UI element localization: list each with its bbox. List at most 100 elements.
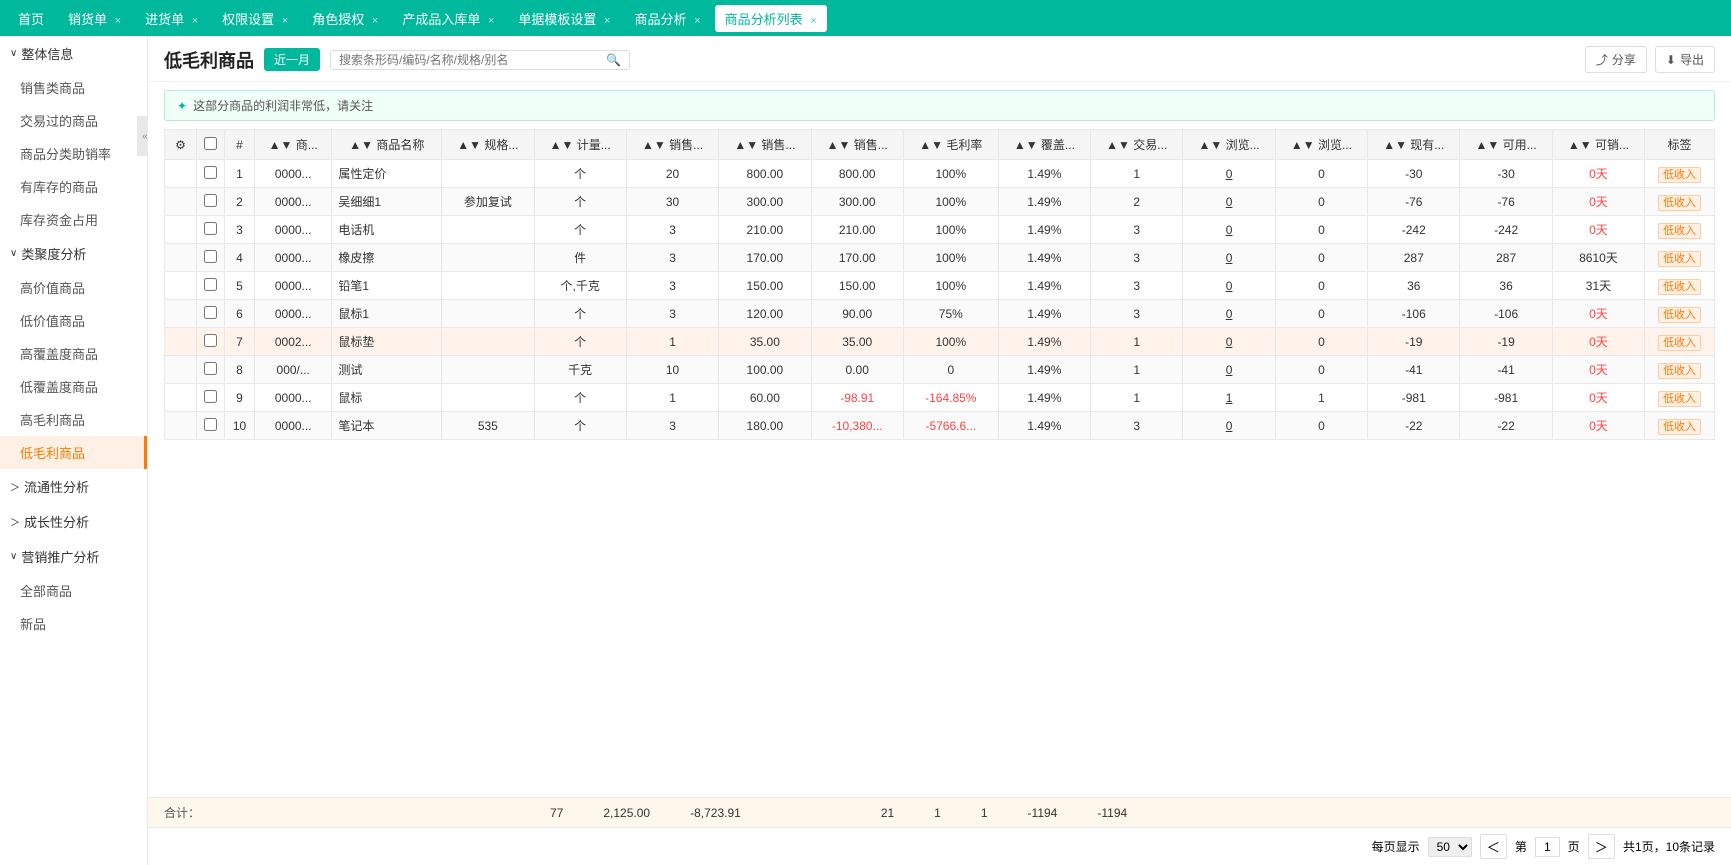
- row-browse1[interactable]: 0: [1183, 412, 1275, 440]
- share-button[interactable]: ⤴ 分享: [1585, 46, 1647, 73]
- checkbox-cell[interactable]: [197, 160, 225, 188]
- close-icon[interactable]: ×: [488, 15, 494, 27]
- close-icon[interactable]: ×: [192, 15, 198, 27]
- nav-home[interactable]: 首页: [8, 5, 54, 32]
- next-page-button[interactable]: ＞: [1588, 834, 1615, 859]
- sidebar-item-stock-capital[interactable]: 库存资金占用: [0, 203, 147, 236]
- row-sale-price: 300.00: [719, 188, 811, 216]
- row-browse1[interactable]: 0: [1183, 356, 1275, 384]
- sidebar-group-growth[interactable]: ＞ 成长性分析: [0, 504, 147, 539]
- sidebar-item-category-rate[interactable]: 商品分类助销率: [0, 137, 147, 170]
- sidebar-item-high-value[interactable]: 高价值商品: [0, 271, 147, 304]
- checkbox-cell[interactable]: [197, 356, 225, 384]
- nav-product-entry[interactable]: 产成品入库单 ×: [392, 5, 504, 32]
- row-checkbox[interactable]: [204, 390, 217, 403]
- checkbox-cell[interactable]: [197, 272, 225, 300]
- col-saleable[interactable]: ▲▼ 可销...: [1552, 130, 1644, 160]
- row-browse1[interactable]: 0: [1183, 216, 1275, 244]
- col-unit[interactable]: ▲▼ 计量...: [534, 130, 626, 160]
- select-all-checkbox[interactable]: [204, 137, 217, 150]
- export-button[interactable]: ⬇ 导出: [1655, 46, 1715, 73]
- col-browse1[interactable]: ▲▼ 浏览...: [1183, 130, 1275, 160]
- sidebar-item-stocked-goods[interactable]: 有库存的商品: [0, 170, 147, 203]
- checkbox-cell[interactable]: [197, 216, 225, 244]
- col-current[interactable]: ▲▼ 现有...: [1368, 130, 1460, 160]
- sidebar-item-sales-goods[interactable]: 销售类商品: [0, 71, 147, 104]
- sidebar-item-low-margin[interactable]: 低毛利商品: [0, 436, 147, 469]
- nav-goods-analysis[interactable]: 商品分析 ×: [624, 5, 710, 32]
- sidebar-item-traded-goods[interactable]: 交易过的商品: [0, 104, 147, 137]
- row-checkbox[interactable]: [204, 194, 217, 207]
- nav-goods-analysis-list[interactable]: 商品分析列表 ×: [715, 5, 827, 32]
- close-icon[interactable]: ×: [115, 15, 121, 27]
- sidebar-item-low-value[interactable]: 低价值商品: [0, 304, 147, 337]
- sidebar-group-flow[interactable]: ＞ 流通性分析: [0, 469, 147, 504]
- col-checkbox[interactable]: [197, 130, 225, 160]
- nav-purchase[interactable]: 进货单 ×: [135, 5, 208, 32]
- row-browse1[interactable]: 0: [1183, 244, 1275, 272]
- checkbox-cell[interactable]: [197, 188, 225, 216]
- nav-role[interactable]: 角色授权 ×: [302, 5, 388, 32]
- col-sale-qty[interactable]: ▲▼ 销售...: [626, 130, 718, 160]
- checkbox-cell[interactable]: [197, 384, 225, 412]
- row-code: 0000...: [255, 300, 332, 328]
- row-checkbox[interactable]: [204, 306, 217, 319]
- nav-template[interactable]: 单据模板设置 ×: [508, 5, 620, 32]
- sidebar-collapse-button[interactable]: «: [137, 116, 148, 156]
- filter-recent-month-button[interactable]: 近一月: [264, 48, 320, 71]
- row-unit: 个: [534, 216, 626, 244]
- sidebar-item-all-goods[interactable]: 全部商品: [0, 574, 147, 607]
- close-icon[interactable]: ×: [282, 15, 288, 27]
- sidebar-item-high-margin[interactable]: 高毛利商品: [0, 403, 147, 436]
- row-browse1[interactable]: 0: [1183, 300, 1275, 328]
- sidebar-group-overall[interactable]: ∨ 整体信息: [0, 36, 147, 71]
- col-available[interactable]: ▲▼ 可用...: [1460, 130, 1552, 160]
- col-coverage[interactable]: ▲▼ 覆盖...: [998, 130, 1090, 160]
- search-icon[interactable]: 🔍: [606, 53, 621, 67]
- row-checkbox[interactable]: [204, 334, 217, 347]
- col-sale-price[interactable]: ▲▼ 销售...: [719, 130, 811, 160]
- row-browse1[interactable]: 0: [1183, 272, 1275, 300]
- sidebar-group-marketing[interactable]: ∨ 营销推广分析: [0, 539, 147, 574]
- row-sale-amount: -98.91: [811, 384, 903, 412]
- row-browse1[interactable]: 0: [1183, 188, 1275, 216]
- checkbox-cell[interactable]: [197, 412, 225, 440]
- col-settings[interactable]: ⚙: [165, 130, 197, 160]
- checkbox-cell[interactable]: [197, 328, 225, 356]
- tag-badge: 低收入: [1658, 307, 1701, 323]
- close-icon[interactable]: ×: [372, 15, 378, 27]
- row-checkbox[interactable]: [204, 362, 217, 375]
- sidebar-item-new-goods[interactable]: 新品: [0, 607, 147, 640]
- close-icon[interactable]: ×: [604, 15, 610, 27]
- row-tag: 低收入: [1645, 216, 1715, 244]
- close-icon[interactable]: ×: [694, 15, 700, 27]
- sidebar-item-low-coverage[interactable]: 低覆盖度商品: [0, 370, 147, 403]
- checkbox-cell[interactable]: [197, 300, 225, 328]
- sidebar-item-high-coverage[interactable]: 高覆盖度商品: [0, 337, 147, 370]
- col-name[interactable]: ▲▼ 商品名称: [332, 130, 442, 160]
- row-checkbox[interactable]: [204, 278, 217, 291]
- row-name: 橡皮擦: [332, 244, 442, 272]
- col-browse2[interactable]: ▲▼ 浏览...: [1275, 130, 1367, 160]
- search-input[interactable]: [339, 53, 606, 67]
- row-checkbox[interactable]: [204, 222, 217, 235]
- row-checkbox[interactable]: [204, 166, 217, 179]
- col-gross-rate[interactable]: ▲▼ 毛利率: [903, 130, 998, 160]
- row-browse1[interactable]: 0: [1183, 328, 1275, 356]
- nav-permission[interactable]: 权限设置 ×: [212, 5, 298, 32]
- row-checkbox[interactable]: [204, 418, 217, 431]
- per-page-select[interactable]: 50: [1428, 837, 1472, 857]
- row-checkbox[interactable]: [204, 250, 217, 263]
- checkbox-cell[interactable]: [197, 244, 225, 272]
- sidebar-group-cluster[interactable]: ∨ 类聚度分析: [0, 236, 147, 271]
- col-sale-amount[interactable]: ▲▼ 销售...: [811, 130, 903, 160]
- prev-page-button[interactable]: ＜: [1480, 834, 1507, 859]
- col-trade[interactable]: ▲▼ 交易...: [1091, 130, 1183, 160]
- close-icon[interactable]: ×: [810, 15, 816, 27]
- row-name: 鼠标垫: [332, 328, 442, 356]
- row-browse1[interactable]: 0: [1183, 160, 1275, 188]
- row-browse1[interactable]: 1: [1183, 384, 1275, 412]
- col-spec[interactable]: ▲▼ 规格...: [442, 130, 534, 160]
- nav-sales[interactable]: 销货单 ×: [58, 5, 131, 32]
- col-code[interactable]: ▲▼ 商...: [255, 130, 332, 160]
